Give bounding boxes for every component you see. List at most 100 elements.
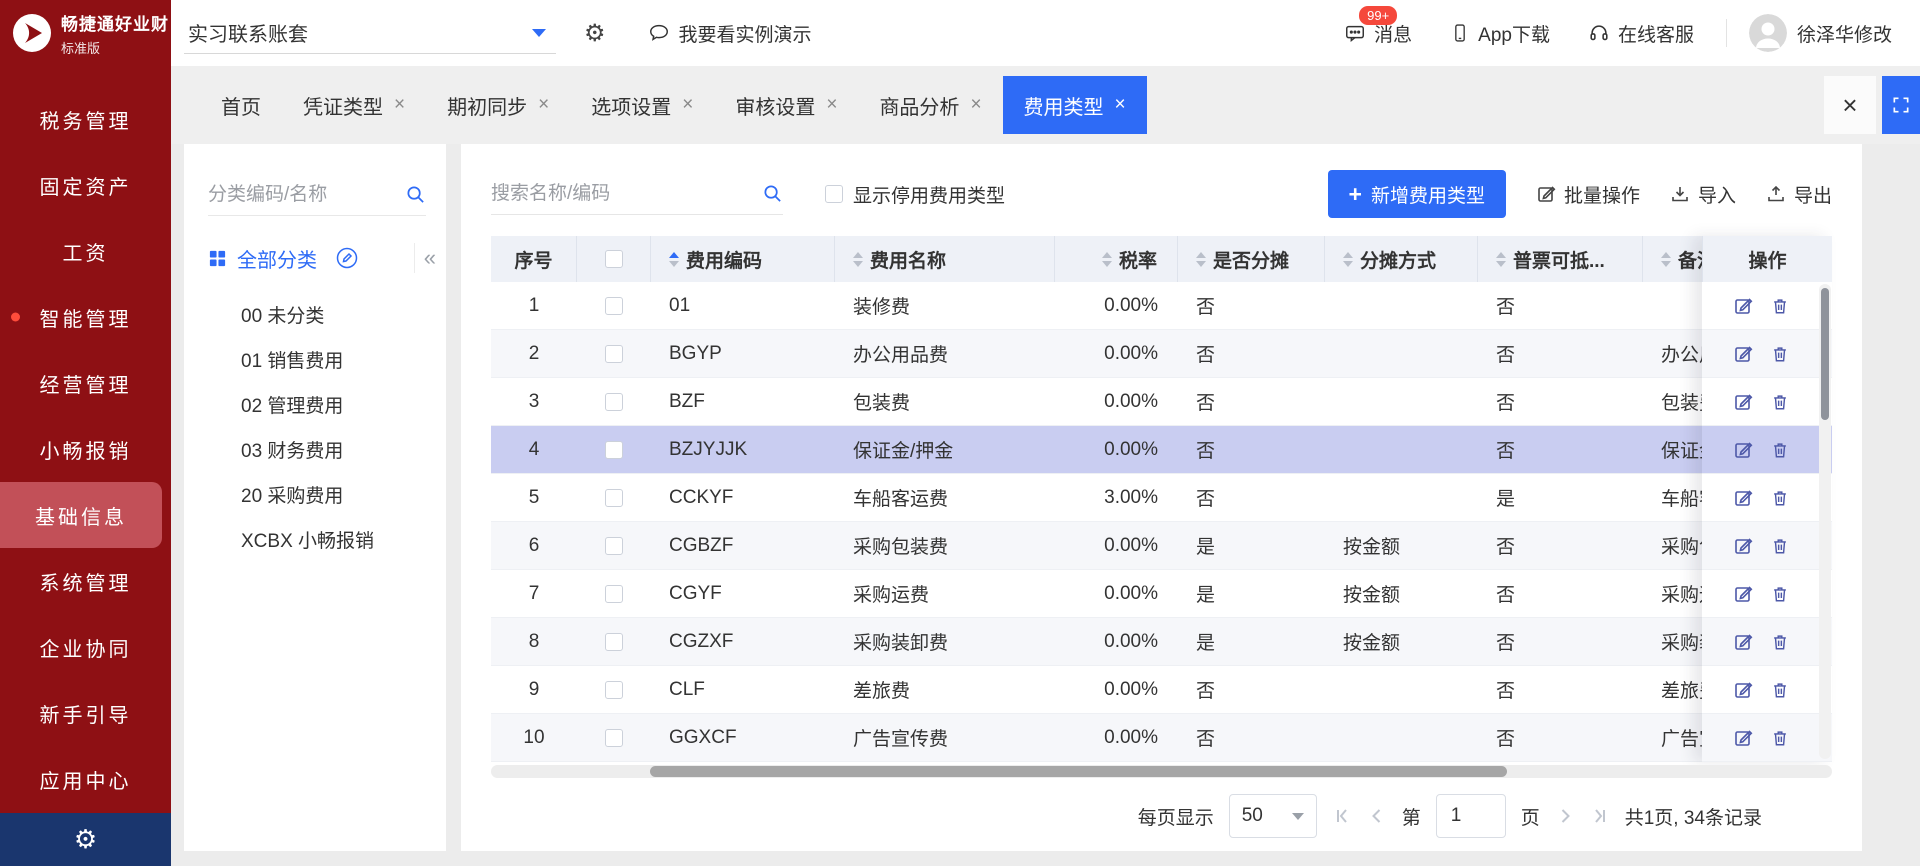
category-item[interactable]: XCBX 小畅报销: [184, 517, 446, 562]
delete-row-button[interactable]: [1771, 344, 1789, 364]
row-checkbox[interactable]: [605, 632, 623, 651]
table-row[interactable]: 4 BZJYJJK 保证金/押金 0.00% 否否保证金: [491, 426, 1832, 474]
collapse-panel-icon[interactable]: «: [413, 243, 440, 273]
category-item[interactable]: 03 财务费用: [184, 427, 446, 472]
table-row[interactable]: 3 BZF 包装费 0.00% 否否包装费: [491, 378, 1832, 426]
select-all-checkbox[interactable]: [604, 250, 623, 268]
tab[interactable]: 审核设置 ×: [714, 76, 858, 134]
table-row[interactable]: 2 BGYP 办公用品费 0.00% 否否办公用: [491, 330, 1832, 378]
row-checkbox[interactable]: [605, 584, 623, 603]
account-select[interactable]: 实习联系账套: [184, 12, 556, 54]
category-item[interactable]: 01 销售费用: [184, 337, 446, 382]
row-checkbox[interactable]: [605, 728, 623, 747]
table-row[interactable]: 10 GGXCF 广告宣传费 0.00% 否否广告宣: [491, 714, 1832, 762]
delete-row-button[interactable]: [1771, 392, 1789, 412]
sidebar-item[interactable]: 企业协同: [0, 614, 171, 680]
sidebar-item[interactable]: 基础信息: [0, 482, 162, 548]
tab[interactable]: 首页: [200, 76, 282, 134]
delete-row-button[interactable]: [1771, 680, 1789, 700]
import-button[interactable]: 导入: [1670, 181, 1736, 208]
demo-link[interactable]: 我要看实例演示: [648, 20, 812, 47]
table-row[interactable]: 6 CGBZF 采购包装费 0.00% 是按金额否采购包: [491, 522, 1832, 570]
tab[interactable]: 凭证类型 ×: [282, 76, 426, 134]
support-button[interactable]: 在线客服: [1588, 20, 1694, 47]
edit-row-button[interactable]: [1733, 344, 1753, 364]
sort-icon[interactable]: [1343, 251, 1353, 267]
vertical-scrollbar[interactable]: [1819, 284, 1831, 759]
sort-icon[interactable]: [669, 251, 679, 267]
table-row[interactable]: 9 CLF 差旅费 0.00% 否否差旅费: [491, 666, 1832, 714]
delete-row-button[interactable]: [1771, 632, 1789, 652]
sidebar-item[interactable]: 小畅报销: [0, 416, 171, 482]
header-deduct[interactable]: 普票可抵...: [1478, 236, 1643, 282]
header-method[interactable]: 分摊方式: [1325, 236, 1478, 282]
tab-close-icon[interactable]: ×: [1115, 94, 1126, 116]
delete-row-button[interactable]: [1771, 296, 1789, 316]
export-button[interactable]: 导出: [1766, 181, 1832, 208]
page-input[interactable]: [1435, 794, 1506, 838]
next-page-button[interactable]: [1555, 806, 1575, 826]
horizontal-scrollbar-thumb[interactable]: [650, 766, 1507, 777]
delete-row-button[interactable]: [1771, 728, 1789, 748]
tab-close-icon[interactable]: ×: [538, 94, 549, 116]
category-search-input[interactable]: [208, 183, 405, 206]
add-fee-type-button[interactable]: + 新增费用类型: [1327, 170, 1506, 218]
sidebar-item[interactable]: 新手引导: [0, 680, 171, 746]
messages-button[interactable]: 99+ 消息: [1344, 5, 1412, 47]
sort-icon[interactable]: [1101, 251, 1112, 267]
vertical-scrollbar-thumb[interactable]: [1821, 288, 1829, 420]
horizontal-scrollbar[interactable]: [491, 765, 1832, 778]
last-page-button[interactable]: [1590, 806, 1610, 826]
edit-row-button[interactable]: [1733, 680, 1753, 700]
search-icon[interactable]: [405, 184, 426, 205]
sidebar-item[interactable]: 应用中心: [0, 746, 171, 812]
row-checkbox[interactable]: [605, 392, 623, 411]
sidebar-item[interactable]: 系统管理: [0, 548, 171, 614]
user-name[interactable]: 徐泽华修改: [1797, 20, 1892, 47]
tab-close-icon[interactable]: ×: [394, 94, 405, 116]
app-download-button[interactable]: App下载: [1450, 20, 1550, 47]
fullscreen-button[interactable]: [1882, 76, 1920, 134]
edit-row-button[interactable]: [1733, 392, 1753, 412]
show-disabled-toggle[interactable]: 显示停用费用类型: [825, 181, 1005, 208]
tab[interactable]: 期初同步 ×: [426, 76, 570, 134]
edit-categories-icon[interactable]: [335, 246, 359, 270]
edit-row-button[interactable]: [1733, 632, 1753, 652]
row-checkbox[interactable]: [605, 296, 623, 315]
delete-row-button[interactable]: [1771, 488, 1789, 508]
tab[interactable]: 选项设置 ×: [570, 76, 714, 134]
table-search-input[interactable]: [491, 182, 762, 205]
row-checkbox[interactable]: [605, 680, 623, 699]
per-page-select[interactable]: 50: [1228, 794, 1317, 838]
table-row[interactable]: 8 CGZXF 采购装卸费 0.00% 是按金额否采购装: [491, 618, 1832, 666]
table-row[interactable]: 1 01 装修费 0.00% 否 否: [491, 282, 1832, 330]
category-root-label[interactable]: 全部分类: [237, 244, 317, 273]
edit-row-button[interactable]: [1733, 488, 1753, 508]
header-name[interactable]: 费用名称: [835, 236, 1055, 282]
sort-icon[interactable]: [1496, 251, 1506, 267]
close-all-tabs-button[interactable]: ×: [1824, 76, 1876, 134]
tab[interactable]: 商品分析 ×: [858, 76, 1002, 134]
batch-actions-button[interactable]: 批量操作: [1536, 181, 1640, 208]
edit-row-button[interactable]: [1733, 584, 1753, 604]
settings-gear-icon[interactable]: ⚙: [584, 19, 606, 48]
tab-close-icon[interactable]: ×: [682, 94, 693, 116]
sort-icon[interactable]: [853, 251, 863, 267]
header-share[interactable]: 是否分摊: [1178, 236, 1325, 282]
avatar[interactable]: [1748, 14, 1787, 52]
tab[interactable]: 费用类型 ×: [1002, 76, 1147, 134]
category-item[interactable]: 20 采购费用: [184, 472, 446, 517]
delete-row-button[interactable]: [1771, 536, 1789, 556]
row-checkbox[interactable]: [605, 536, 623, 555]
sort-icon[interactable]: [1196, 251, 1206, 267]
row-checkbox[interactable]: [605, 344, 623, 363]
first-page-button[interactable]: [1332, 806, 1352, 826]
row-checkbox[interactable]: [605, 440, 623, 459]
show-disabled-checkbox[interactable]: [825, 185, 843, 203]
sidebar-item[interactable]: 固定资产: [0, 152, 171, 218]
header-code[interactable]: 费用编码: [651, 236, 835, 282]
delete-row-button[interactable]: [1771, 440, 1789, 460]
edit-row-button[interactable]: [1733, 440, 1753, 460]
table-row[interactable]: 5 CCKYF 车船客运费 3.00% 否是车船客: [491, 474, 1832, 522]
sort-icon[interactable]: [1661, 251, 1671, 267]
